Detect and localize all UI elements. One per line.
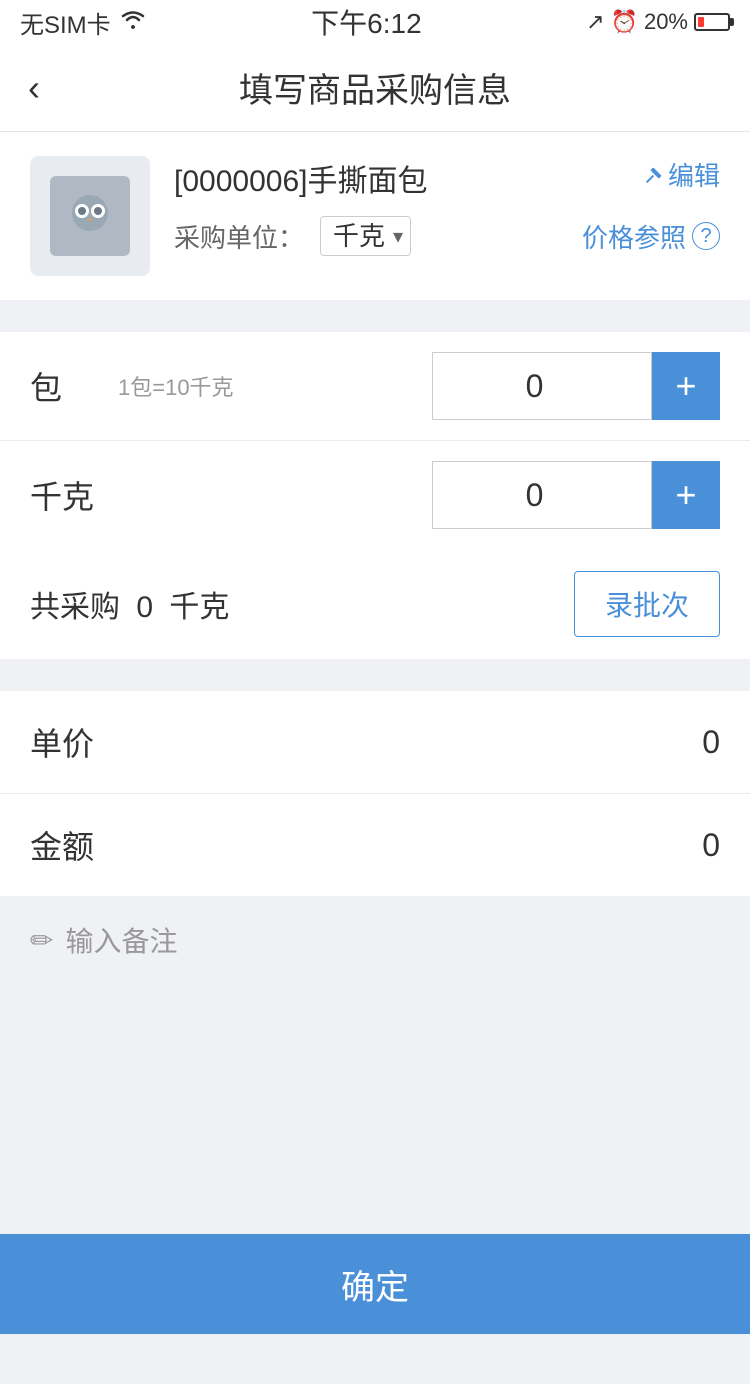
unit-price-label: 单价 xyxy=(30,719,94,765)
total-value: 0 xyxy=(136,591,153,624)
bag-input-right: + xyxy=(432,352,720,420)
kg-quantity-row: 千克 + xyxy=(0,441,750,549)
unit-select[interactable]: 千克 包 xyxy=(320,216,411,256)
location-icon: ↗ xyxy=(586,9,604,35)
bag-quantity-input[interactable] xyxy=(432,352,652,420)
confirm-button[interactable]: 确定 xyxy=(0,1234,750,1334)
page-title: 填写商品采购信息 xyxy=(239,63,511,112)
alarm-icon: ⏰ xyxy=(611,9,638,35)
nav-bar: ‹ 填写商品采购信息 xyxy=(0,44,750,132)
carrier-text: 无SIM卡 xyxy=(20,5,111,40)
unit-price-row: 单价 0 xyxy=(0,691,750,794)
edit-button[interactable]: 编辑 xyxy=(642,156,720,193)
total-section: 共采购 0 千克 录批次 xyxy=(0,549,750,659)
quantity-section: 包 1包=10千克 + 千克 + xyxy=(0,332,750,549)
divider-2 xyxy=(0,659,750,675)
product-full-name: [0000006]手撕面包 xyxy=(174,156,427,200)
price-ref-button[interactable]: 价格参照 ? xyxy=(582,218,720,255)
batch-button[interactable]: 录批次 xyxy=(574,571,720,637)
product-info: [0000006]手撕面包 编辑 采购单位： 千克 包 xyxy=(174,156,720,256)
unit-price-value: 0 xyxy=(702,724,720,761)
kg-plus-button[interactable]: + xyxy=(652,461,720,529)
status-left: 无SIM卡 xyxy=(20,5,147,40)
price-ref-icon: ? xyxy=(692,222,720,250)
total-text: 共采购 0 千克 xyxy=(30,582,229,626)
battery-icon xyxy=(694,13,730,31)
amount-row: 金额 0 xyxy=(0,794,750,896)
bag-quantity-row: 包 1包=10千克 + xyxy=(0,332,750,441)
back-button[interactable]: ‹ xyxy=(28,67,40,109)
amount-label: 金额 xyxy=(30,822,94,868)
status-time: 下午6:12 xyxy=(311,2,422,42)
battery-percent: 20% xyxy=(644,9,688,35)
remark-placeholder: 输入备注 xyxy=(65,920,177,960)
unit-label: 采购单位： xyxy=(174,218,304,255)
pencil-icon: ✏ xyxy=(30,924,53,957)
kg-quantity-input[interactable] xyxy=(432,461,652,529)
unit-row: 采购单位： 千克 包 价格参照 ? xyxy=(174,216,720,256)
product-card: 智十 [0000006]手撕面包 编辑 采购单位： 千克 xyxy=(0,132,750,300)
wifi-icon xyxy=(119,8,147,36)
product-image: 智十 xyxy=(30,156,150,276)
remark-section[interactable]: ✏ 输入备注 xyxy=(0,896,750,984)
amount-value: 0 xyxy=(702,827,720,864)
bag-plus-button[interactable]: + xyxy=(652,352,720,420)
main-content: 智十 [0000006]手撕面包 编辑 采购单位： 千克 xyxy=(0,132,750,1384)
bag-sublabel: 1包=10千克 xyxy=(118,370,234,402)
unit-select-wrapper[interactable]: 千克 包 xyxy=(320,216,411,256)
bag-label: 包 xyxy=(30,363,110,409)
product-logo: 智十 xyxy=(50,176,130,256)
product-name-row: [0000006]手撕面包 编辑 xyxy=(174,156,720,200)
status-right: ↗ ⏰ 20% xyxy=(586,9,730,35)
divider-1 xyxy=(0,316,750,332)
price-section: 单价 0 金额 0 xyxy=(0,691,750,896)
kg-input-right: + xyxy=(432,461,720,529)
kg-label: 千克 xyxy=(30,472,110,518)
status-bar: 无SIM卡 下午6:12 ↗ ⏰ 20% xyxy=(0,0,750,44)
confirm-label: 确定 xyxy=(341,1260,409,1309)
